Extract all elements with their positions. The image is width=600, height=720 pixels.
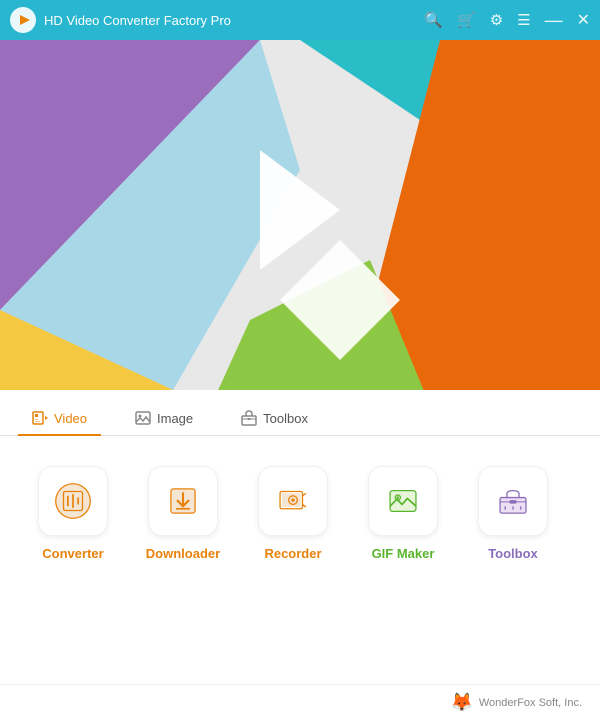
menu-icon[interactable]: ☰ [517,11,530,29]
image-tab-icon [135,410,151,426]
downloader-label: Downloader [146,546,220,561]
toolbox-tab-label: Toolbox [263,411,308,426]
titlebar-controls: 🔍 🛒 ⚙ ☰ — ✕ [424,10,590,30]
converter-tool[interactable]: Converter [18,456,128,571]
tools-grid: Converter Downloader [0,436,600,591]
toolbox-icon-wrap [478,466,548,536]
image-tab-label: Image [157,411,193,426]
minimize-icon[interactable]: — [545,11,563,29]
close-icon[interactable]: ✕ [577,10,590,30]
footer: 🦊 WonderFox Soft, Inc. [0,684,600,720]
recorder-icon-wrap [258,466,328,536]
toolbox-tool[interactable]: Toolbox [458,456,568,571]
brand-text: WonderFox Soft, Inc. [479,697,582,709]
recorder-label: Recorder [264,546,321,561]
downloader-icon-wrap [148,466,218,536]
search-icon[interactable]: 🔍 [424,11,443,29]
tab-video[interactable]: Video [18,402,101,436]
hero-background [0,40,600,430]
toolbox-tab-icon [241,410,257,426]
tab-toolbox[interactable]: Toolbox [227,402,322,436]
hero-banner [0,40,600,430]
gif-maker-label: GIF Maker [372,546,435,561]
gif-maker-tool[interactable]: GIF Maker [348,456,458,571]
app-logo [10,7,36,33]
converter-icon-wrap [38,466,108,536]
titlebar: HD Video Converter Factory Pro 🔍 🛒 ⚙ ☰ —… [0,0,600,40]
fox-icon: 🦊 [450,692,472,713]
gif-maker-icon [384,482,422,520]
bottom-panel: Video Image Toolbox [0,390,600,720]
category-tabs: Video Image Toolbox [0,390,600,436]
converter-icon [54,482,92,520]
cart-icon[interactable]: 🛒 [457,11,476,29]
toolbox-icon [494,482,532,520]
downloader-tool[interactable]: Downloader [128,456,238,571]
gif-maker-icon-wrap [368,466,438,536]
downloader-icon [164,482,202,520]
video-tab-icon [32,410,48,426]
app-title: HD Video Converter Factory Pro [44,13,424,28]
settings-icon[interactable]: ⚙ [490,11,503,29]
video-tab-label: Video [54,411,87,426]
recorder-tool[interactable]: Recorder [238,456,348,571]
recorder-icon [274,482,312,520]
toolbox-label: Toolbox [488,546,538,561]
converter-label: Converter [42,546,103,561]
tab-image[interactable]: Image [121,402,207,436]
